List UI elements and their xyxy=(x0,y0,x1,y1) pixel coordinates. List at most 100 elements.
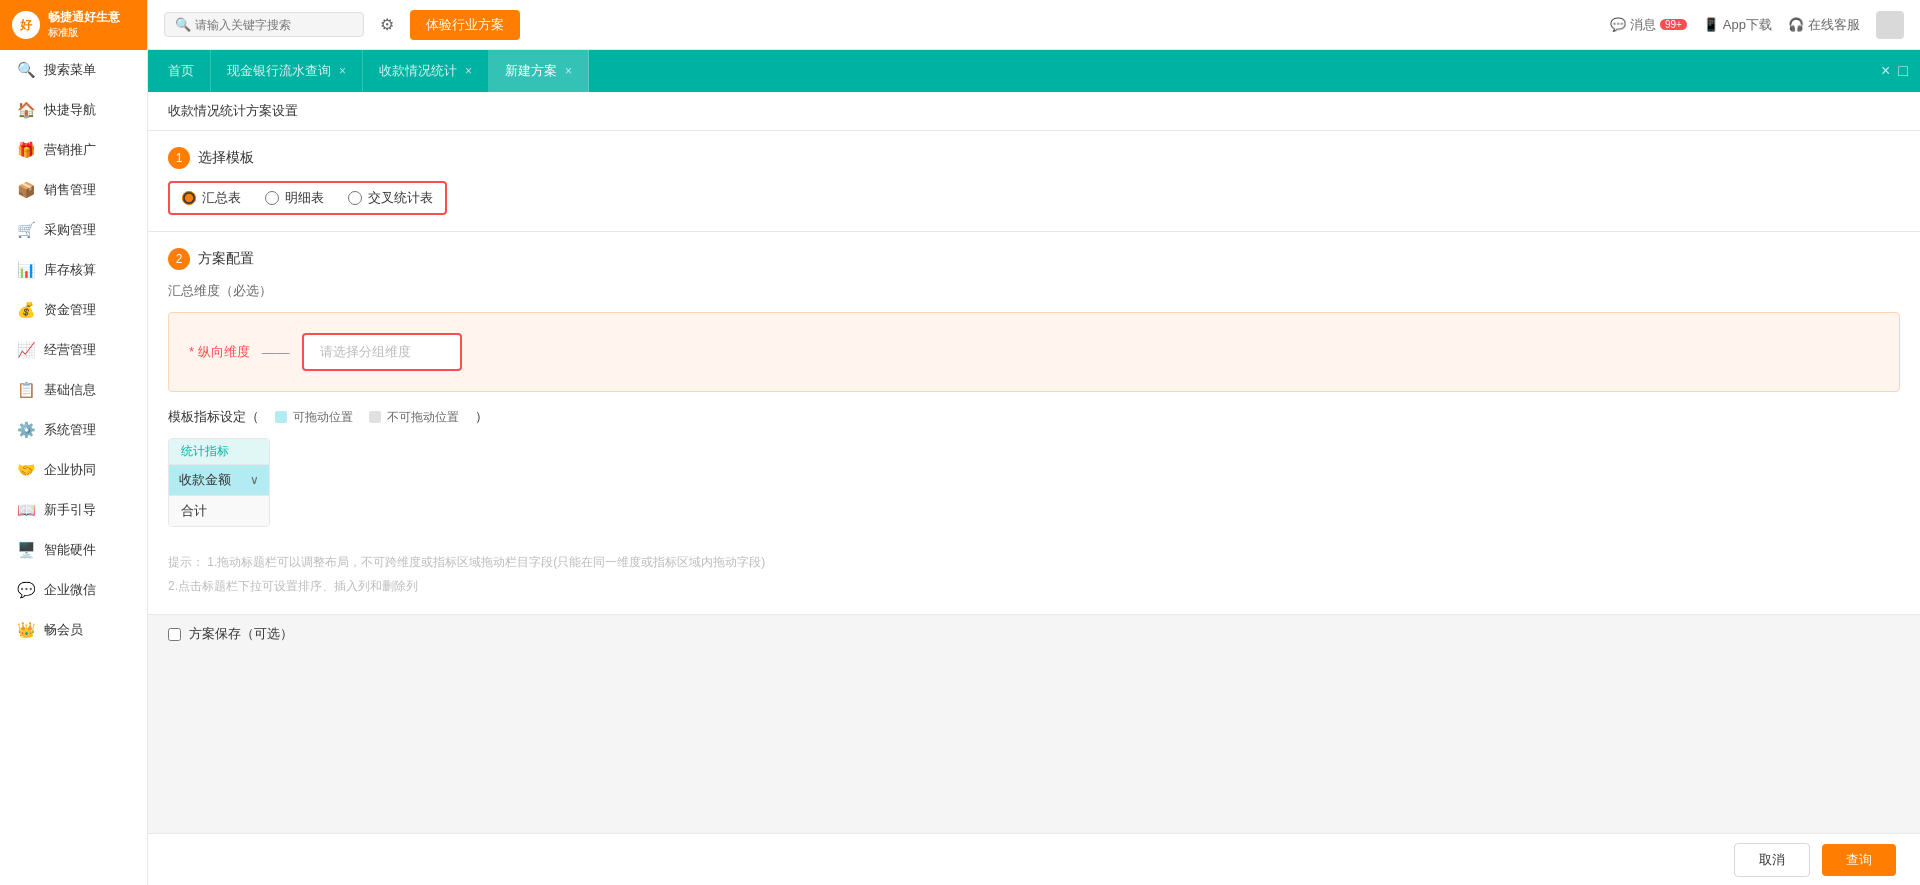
step2-header: 2 方案配置 xyxy=(168,248,1900,270)
notification-item[interactable]: 💬 消息 99+ xyxy=(1610,16,1687,34)
tip-line-1: 提示： 1.拖动标题栏可以调整布局，不可跨维度或指标区域拖动栏目字段(只能在同一… xyxy=(168,550,1900,574)
query-button[interactable]: 查询 xyxy=(1822,844,1896,876)
tips-section: 提示： 1.拖动标题栏可以调整布局，不可跨维度或指标区域拖动栏目字段(只能在同一… xyxy=(168,550,1900,598)
member-icon: 👑 xyxy=(16,620,36,640)
draggable-color-swatch xyxy=(275,411,287,423)
step2-number: 2 xyxy=(168,248,190,270)
radio-cross-input[interactable] xyxy=(348,191,362,205)
radio-summary-input[interactable] xyxy=(182,191,196,205)
sidebar-label-enterprise: 企业协同 xyxy=(44,461,96,479)
sidebar-item-basic-info[interactable]: 📋 基础信息 xyxy=(0,370,147,410)
fixed-label: 不可拖动位置 xyxy=(387,409,459,426)
save-label: 方案保存（可选） xyxy=(189,625,293,643)
sidebar-label-sales: 销售管理 xyxy=(44,181,96,199)
sidebar: 好 畅捷通好生意 标准版 🔍 搜索菜单 🏠 快捷导航 🎁 营销推广 📦 销售管理… xyxy=(0,0,148,885)
template-radio-group: 汇总表 明细表 交叉统计表 xyxy=(168,181,447,215)
inventory-icon: 📊 xyxy=(16,260,36,280)
content-area: 收款情况统计方案设置 1 选择模板 汇总表 明细表 交叉统计表 xyxy=(148,92,1920,885)
trial-button[interactable]: 体验行业方案 xyxy=(410,10,520,40)
radio-cross[interactable]: 交叉统计表 xyxy=(348,189,433,207)
sidebar-label-management: 经营管理 xyxy=(44,341,96,359)
gear-icon[interactable]: ⚙ xyxy=(380,15,394,34)
search-menu-icon: 🔍 xyxy=(16,60,36,80)
sidebar-item-sales[interactable]: 📦 销售管理 xyxy=(0,170,147,210)
sidebar-label-search: 搜索菜单 xyxy=(44,61,96,79)
logo-text-group: 畅捷通好生意 标准版 xyxy=(48,10,120,40)
sidebar-label-purchase: 采购管理 xyxy=(44,221,96,239)
tab-new-plan[interactable]: 新建方案 × xyxy=(489,50,589,92)
tab-receipt-stats-close[interactable]: × xyxy=(465,64,472,78)
cancel-button[interactable]: 取消 xyxy=(1734,843,1810,877)
step1-number: 1 xyxy=(168,147,190,169)
radio-detail[interactable]: 明细表 xyxy=(265,189,324,207)
sidebar-label-guide: 新手引导 xyxy=(44,501,96,519)
radio-detail-input[interactable] xyxy=(265,191,279,205)
logo-sub: 标准版 xyxy=(48,26,120,40)
indicators-section: 模板指标设定（ 可拖动位置 不可拖动位置 ） 统计指标 收款金额 xyxy=(168,408,1900,530)
sidebar-item-finance[interactable]: 💰 资金管理 xyxy=(0,290,147,330)
search-box[interactable]: 🔍 xyxy=(164,12,364,37)
sidebar-item-purchase[interactable]: 🛒 采购管理 xyxy=(0,210,147,250)
sidebar-label-hardware: 智能硬件 xyxy=(44,541,96,559)
tab-home[interactable]: 首页 xyxy=(148,50,211,92)
sidebar-item-inventory[interactable]: 📊 库存核算 xyxy=(0,250,147,290)
dimension-area: * 纵向维度 —— 请选择分组维度 xyxy=(168,312,1900,392)
tab-bank-flow[interactable]: 现金银行流水查询 × xyxy=(211,50,363,92)
sidebar-item-marketing[interactable]: 🎁 营销推广 xyxy=(0,130,147,170)
system-icon: ⚙️ xyxy=(16,420,36,440)
tip-text-2: 2.点击标题栏下拉可设置排序、插入列和删除列 xyxy=(168,574,418,598)
sidebar-item-hardware[interactable]: 🖥️ 智能硬件 xyxy=(0,530,147,570)
amount-chip-dropdown-icon[interactable]: ∨ xyxy=(250,473,259,487)
sidebar-item-search[interactable]: 🔍 搜索菜单 xyxy=(0,50,147,90)
notification-icon: 💬 xyxy=(1610,17,1626,32)
home-icon: 🏠 xyxy=(16,100,36,120)
sidebar-item-nav[interactable]: 🏠 快捷导航 xyxy=(0,90,147,130)
save-checkbox[interactable] xyxy=(168,628,181,641)
enterprise-icon: 🤝 xyxy=(16,460,36,480)
bottombar: 取消 查询 xyxy=(148,833,1920,885)
fixed-legend: 不可拖动位置 xyxy=(369,409,459,426)
tab-bank-flow-close[interactable]: × xyxy=(339,64,346,78)
app-icon: 📱 xyxy=(1703,17,1719,32)
step2-section: 2 方案配置 汇总维度（必选） * 纵向维度 —— 请选择分组维度 模板指标设定… xyxy=(148,232,1920,614)
draggable-legend: 可拖动位置 xyxy=(275,409,353,426)
tab-new-plan-close[interactable]: × xyxy=(565,64,572,78)
service-label: 在线客服 xyxy=(1808,16,1860,34)
app-download-item[interactable]: 📱 App下载 xyxy=(1703,16,1772,34)
sidebar-item-wechat[interactable]: 💬 企业微信 xyxy=(0,570,147,610)
sidebar-item-guide[interactable]: 📖 新手引导 xyxy=(0,490,147,530)
dimension-arrow: —— xyxy=(262,344,290,360)
sidebar-item-enterprise[interactable]: 🤝 企业协同 xyxy=(0,450,147,490)
sidebar-item-management[interactable]: 📈 经营管理 xyxy=(0,330,147,370)
topbar: 🔍 ⚙ 体验行业方案 💬 消息 99+ 📱 App下载 🎧 在线客服 xyxy=(148,0,1920,50)
customer-service-item[interactable]: 🎧 在线客服 xyxy=(1788,16,1860,34)
guide-icon: 📖 xyxy=(16,500,36,520)
wechat-icon: 💬 xyxy=(16,580,36,600)
tip-line-2: 2.点击标题栏下拉可设置排序、插入列和删除列 xyxy=(168,574,1900,598)
indicators-table: 统计指标 收款金额 ∨ 合计 xyxy=(168,438,270,527)
tab-new-plan-label: 新建方案 xyxy=(505,62,557,80)
sidebar-item-system[interactable]: ⚙️ 系统管理 xyxy=(0,410,147,450)
tip-text-1: 提示： 1.拖动标题栏可以调整布局，不可跨维度或指标区域拖动栏目字段(只能在同一… xyxy=(168,550,765,574)
sidebar-label-inventory: 库存核算 xyxy=(44,261,96,279)
step1-section: 1 选择模板 汇总表 明细表 交叉统计表 xyxy=(148,131,1920,232)
user-avatar[interactable] xyxy=(1876,11,1904,39)
logo-name: 畅捷通好生意 xyxy=(48,10,120,26)
dimension-select-button[interactable]: 请选择分组维度 xyxy=(302,333,462,371)
search-icon: 🔍 xyxy=(175,17,191,32)
close-window-button[interactable]: × xyxy=(1881,62,1890,80)
amount-indicator-chip[interactable]: 收款金额 ∨ xyxy=(169,465,269,496)
maximize-window-button[interactable]: □ xyxy=(1898,62,1908,80)
logo-icon: 好 xyxy=(12,11,40,39)
app-label: App下载 xyxy=(1723,16,1772,34)
radio-summary[interactable]: 汇总表 xyxy=(182,189,241,207)
fixed-color-swatch xyxy=(369,411,381,423)
statistics-section-label: 统计指标 xyxy=(169,439,269,465)
search-input[interactable] xyxy=(195,18,353,32)
sidebar-item-member[interactable]: 👑 畅会员 xyxy=(0,610,147,650)
save-section: 方案保存（可选） xyxy=(148,614,1920,653)
hardware-icon: 🖥️ xyxy=(16,540,36,560)
service-icon: 🎧 xyxy=(1788,17,1804,32)
tab-receipt-stats[interactable]: 收款情况统计 × xyxy=(363,50,489,92)
sidebar-label-basic-info: 基础信息 xyxy=(44,381,96,399)
